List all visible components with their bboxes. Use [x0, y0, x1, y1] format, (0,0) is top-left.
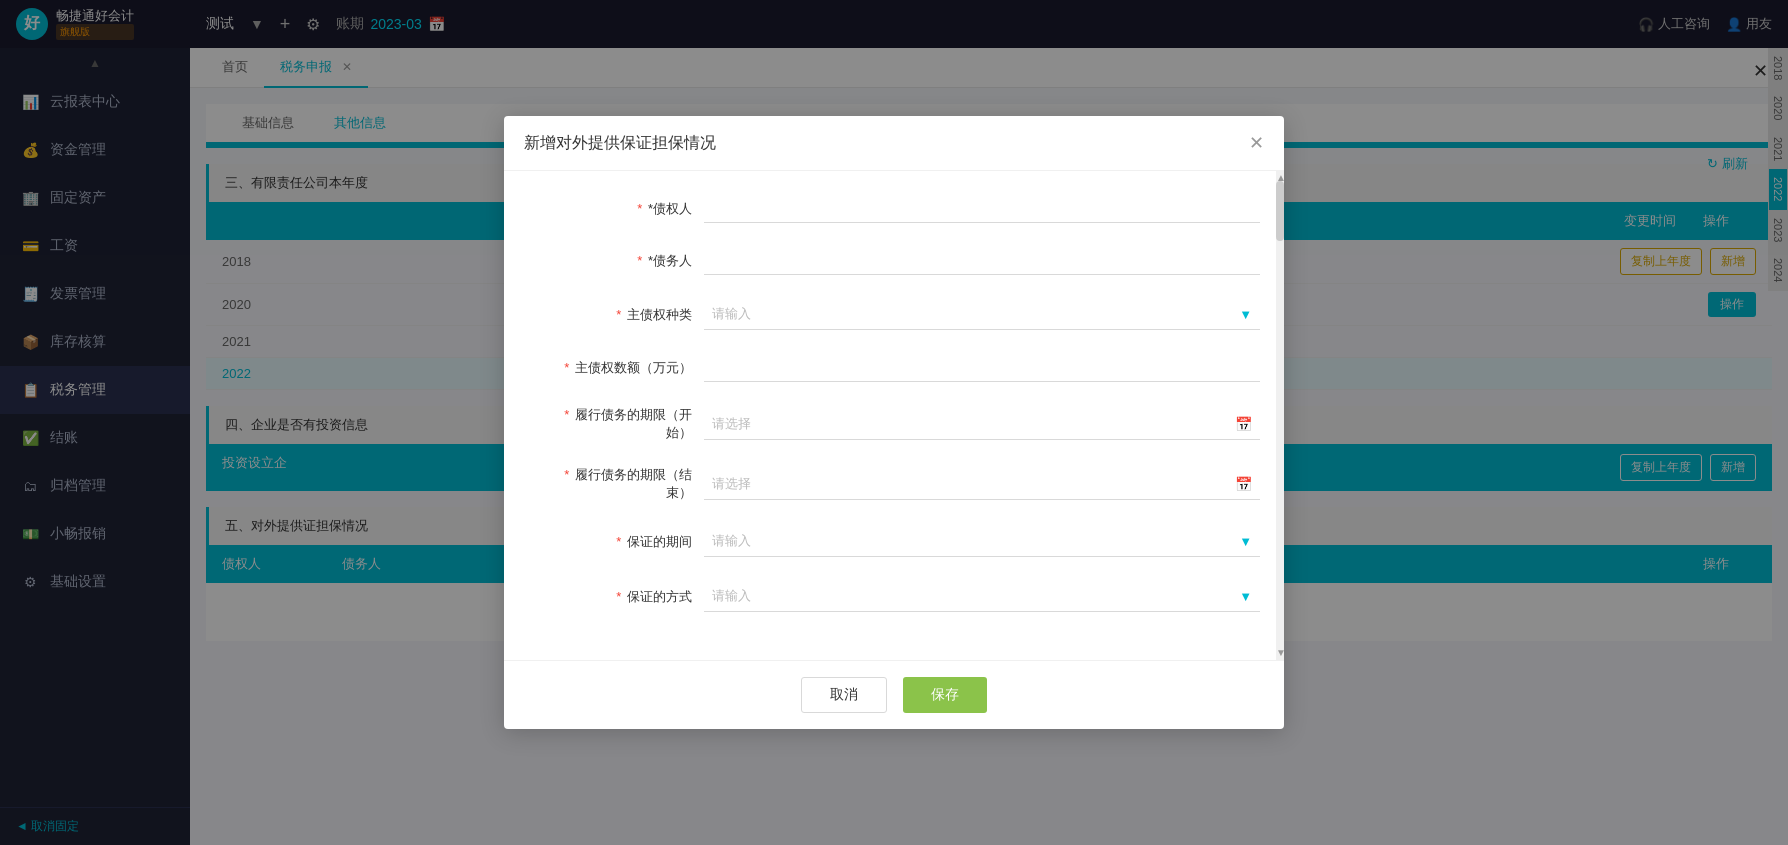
field-period-start: * 履行债务的期限（开始） 请选择 📅 — [544, 406, 1260, 442]
debt-type-arrow-icon: ▼ — [1239, 307, 1252, 322]
modal-body-wrapper: * *债权人 * *债务人 * 主债 — [504, 171, 1284, 660]
label-creditor: * *债权人 — [544, 200, 704, 218]
scroll-arrow-down[interactable]: ▼ — [1276, 646, 1284, 660]
guarantee-method-arrow-icon: ▼ — [1239, 589, 1252, 604]
required-mark: * — [616, 534, 621, 549]
required-mark: * — [616, 589, 621, 604]
guarantee-period-placeholder: 请输入 — [712, 532, 751, 550]
input-debtor[interactable] — [704, 247, 1260, 275]
field-guarantee-period: * 保证的期间 请输入 ▼ — [544, 526, 1260, 557]
label-period-start: * 履行债务的期限（开始） — [544, 406, 704, 442]
guarantee-method-placeholder: 请输入 — [712, 587, 751, 605]
required-mark: * — [564, 467, 569, 482]
required-mark: * — [564, 407, 569, 422]
label-debt-amount: * 主债权数额（万元） — [544, 359, 704, 377]
calendar-end-icon: 📅 — [1235, 476, 1252, 492]
required-mark: * — [637, 201, 642, 216]
period-start-placeholder: 请选择 — [712, 415, 751, 433]
required-mark: * — [616, 307, 621, 322]
input-debt-amount[interactable] — [704, 354, 1260, 382]
datepicker-period-start[interactable]: 请选择 📅 — [704, 409, 1260, 440]
field-guarantee-method: * 保证的方式 请输入 ▼ — [544, 581, 1260, 612]
field-debtor: * *债务人 — [544, 247, 1260, 275]
cancel-button[interactable]: 取消 — [801, 677, 887, 713]
modal-scrollbar-thumb — [1276, 181, 1284, 241]
input-creditor[interactable] — [704, 195, 1260, 223]
select-guarantee-period[interactable]: 请输入 ▼ — [704, 526, 1260, 557]
modal-header: 新增对外提供保证担保情况 ✕ — [504, 116, 1284, 171]
debt-type-placeholder: 请输入 — [712, 305, 751, 323]
required-mark: * — [637, 253, 642, 268]
field-debt-type: * 主债权种类 请输入 ▼ — [544, 299, 1260, 330]
calendar-start-icon: 📅 — [1235, 416, 1252, 432]
label-guarantee-period: * 保证的期间 — [544, 533, 704, 551]
modal-close-button[interactable]: ✕ — [1249, 132, 1264, 154]
modal: 新增对外提供保证担保情况 ✕ * *债权人 * — [504, 116, 1284, 729]
modal-overlay: 新增对外提供保证担保情况 ✕ * *债权人 * — [0, 0, 1788, 845]
field-period-end: * 履行债务的期限（结束） 请选择 📅 — [544, 466, 1260, 502]
period-end-placeholder: 请选择 — [712, 475, 751, 493]
label-guarantee-method: * 保证的方式 — [544, 588, 704, 606]
modal-body: * *债权人 * *债务人 * 主债 — [504, 171, 1276, 660]
select-debt-type[interactable]: 请输入 ▼ — [704, 299, 1260, 330]
select-guarantee-method[interactable]: 请输入 ▼ — [704, 581, 1260, 612]
field-creditor: * *债权人 — [544, 195, 1260, 223]
field-debt-amount: * 主债权数额（万元） — [544, 354, 1260, 382]
label-period-end: * 履行债务的期限（结束） — [544, 466, 704, 502]
guarantee-period-arrow-icon: ▼ — [1239, 534, 1252, 549]
label-debt-type: * 主债权种类 — [544, 306, 704, 324]
label-debtor: * *债务人 — [544, 252, 704, 270]
modal-scrollbar[interactable]: ▲ ▼ — [1276, 171, 1284, 660]
required-mark: * — [564, 360, 569, 375]
modal-title: 新增对外提供保证担保情况 — [524, 133, 716, 154]
modal-footer: 取消 保存 — [504, 660, 1284, 729]
scroll-arrow-up[interactable]: ▲ — [1276, 171, 1284, 185]
save-button[interactable]: 保存 — [903, 677, 987, 713]
datepicker-period-end[interactable]: 请选择 📅 — [704, 469, 1260, 500]
